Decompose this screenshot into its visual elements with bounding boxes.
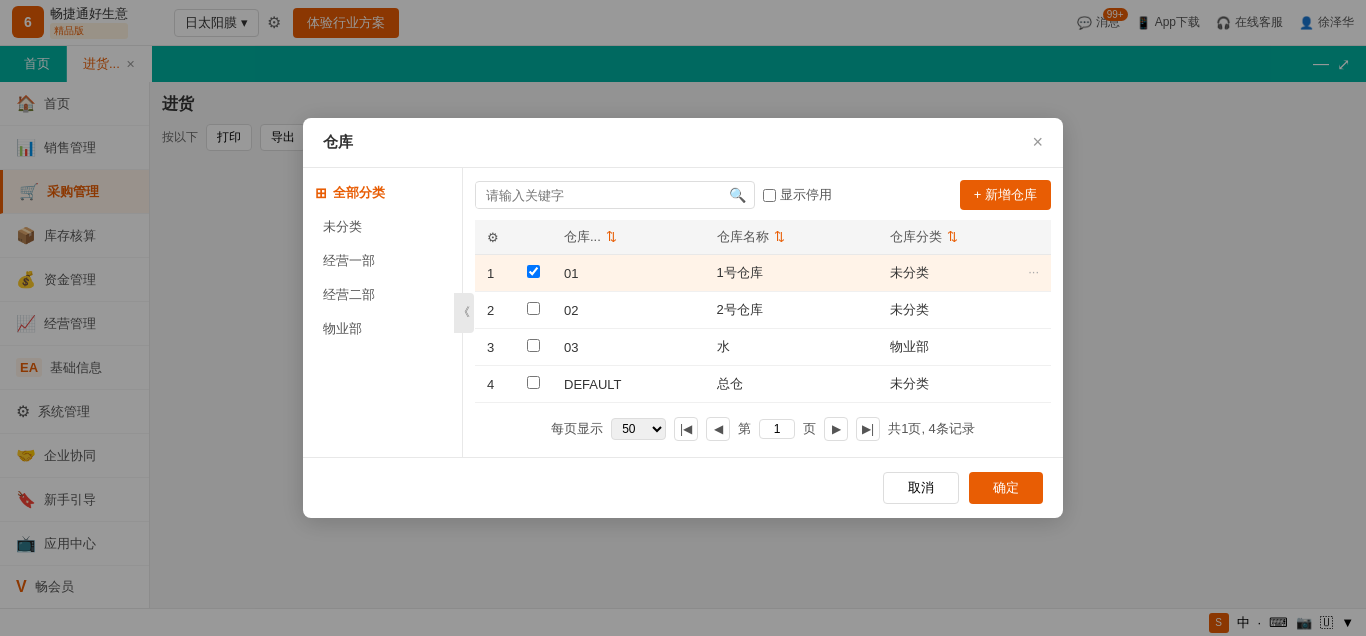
table-header-row: ⚙ 仓库... ⇅ 仓库名称 ⇅ 仓库分类 ⇅: [475, 220, 1051, 255]
col-name: 仓库名称 ⇅: [705, 220, 878, 255]
next-page-button[interactable]: ▶: [824, 417, 848, 441]
modal-header: 仓库 ×: [303, 118, 1063, 168]
table-row[interactable]: 3 03 水 物业部: [475, 329, 1051, 366]
page-label: 第: [738, 420, 751, 438]
cell-code: DEFAULT: [552, 366, 705, 403]
category-ops1[interactable]: 经营一部: [303, 244, 462, 278]
search-input[interactable]: [476, 183, 721, 208]
cell-category: 未分类: [878, 292, 1051, 329]
show-disabled-text: 显示停用: [780, 186, 832, 204]
cell-index: 1: [475, 255, 515, 292]
cell-category: 物业部: [878, 329, 1051, 366]
category-all[interactable]: ⊞ 全部分类: [303, 176, 462, 210]
cell-code: 03: [552, 329, 705, 366]
cell-name: 水: [705, 329, 878, 366]
cell-checkbox[interactable]: [515, 255, 552, 292]
search-input-wrap: 🔍: [475, 181, 755, 209]
cell-code: 01: [552, 255, 705, 292]
pagination: 每页显示 50 100 200 |◀ ◀ 第 页 ▶ ▶| 共1页, 4条记录: [475, 403, 1051, 445]
warehouse-table: ⚙ 仓库... ⇅ 仓库名称 ⇅ 仓库分类 ⇅ 1 01 1号仓库 未分类 ··…: [475, 220, 1051, 403]
last-page-button[interactable]: ▶|: [856, 417, 880, 441]
table-toolbar: 🔍 显示停用 + 新增仓库: [475, 180, 1051, 210]
search-button[interactable]: 🔍: [721, 182, 754, 208]
table-row[interactable]: 1 01 1号仓库 未分类 ···: [475, 255, 1051, 292]
cell-checkbox[interactable]: [515, 329, 552, 366]
modal-title: 仓库: [323, 133, 353, 152]
category-all-label: 全部分类: [333, 184, 385, 202]
category-property[interactable]: 物业部: [303, 312, 462, 346]
cell-checkbox[interactable]: [515, 366, 552, 403]
cell-index: 3: [475, 329, 515, 366]
show-disabled-label[interactable]: 显示停用: [763, 186, 832, 204]
col-checkbox: [515, 220, 552, 255]
col-settings: ⚙: [475, 220, 515, 255]
modal-body: ⊞ 全部分类 未分类 经营一部 经营二部 物业部 《 🔍: [303, 168, 1063, 457]
cell-index: 2: [475, 292, 515, 329]
new-warehouse-button[interactable]: + 新增仓库: [960, 180, 1051, 210]
category-label: 经营二部: [323, 287, 375, 302]
category-unclassified[interactable]: 未分类: [303, 210, 462, 244]
cell-code: 02: [552, 292, 705, 329]
table-row[interactable]: 2 02 2号仓库 未分类: [475, 292, 1051, 329]
prev-page-button[interactable]: ◀: [706, 417, 730, 441]
category-label: 经营一部: [323, 253, 375, 268]
col-code: 仓库... ⇅: [552, 220, 705, 255]
table-area: 🔍 显示停用 + 新增仓库 ⚙ 仓库... ⇅ 仓库名称 ⇅ 仓库分类 ⇅: [463, 168, 1063, 457]
cancel-button[interactable]: 取消: [883, 472, 959, 504]
per-page-select[interactable]: 50 100 200: [611, 418, 666, 440]
confirm-button[interactable]: 确定: [969, 472, 1043, 504]
category-sidebar: ⊞ 全部分类 未分类 经营一部 经营二部 物业部 《: [303, 168, 463, 457]
show-disabled-checkbox[interactable]: [763, 189, 776, 202]
cell-category: 未分类: [878, 366, 1051, 403]
page-unit-label: 页: [803, 420, 816, 438]
category-ops2[interactable]: 经营二部: [303, 278, 462, 312]
page-number-input[interactable]: [759, 419, 795, 439]
cell-name: 总仓: [705, 366, 878, 403]
grid-icon: ⊞: [315, 185, 327, 201]
category-collapse-button[interactable]: 《: [454, 293, 474, 333]
cell-name: 2号仓库: [705, 292, 878, 329]
table-row[interactable]: 4 DEFAULT 总仓 未分类: [475, 366, 1051, 403]
cell-category: 未分类 ···: [878, 255, 1051, 292]
cell-index: 4: [475, 366, 515, 403]
category-label: 未分类: [323, 219, 362, 234]
total-info: 共1页, 4条记录: [888, 420, 975, 438]
modal-close-button[interactable]: ×: [1032, 132, 1043, 153]
modal-footer: 取消 确定: [303, 457, 1063, 518]
category-label: 物业部: [323, 321, 362, 336]
warehouse-modal: 仓库 × ⊞ 全部分类 未分类 经营一部 经营二部 物业部 《: [303, 118, 1063, 518]
col-category: 仓库分类 ⇅: [878, 220, 1051, 255]
cell-name: 1号仓库: [705, 255, 878, 292]
cell-checkbox[interactable]: [515, 292, 552, 329]
first-page-button[interactable]: |◀: [674, 417, 698, 441]
per-page-label: 每页显示: [551, 420, 603, 438]
